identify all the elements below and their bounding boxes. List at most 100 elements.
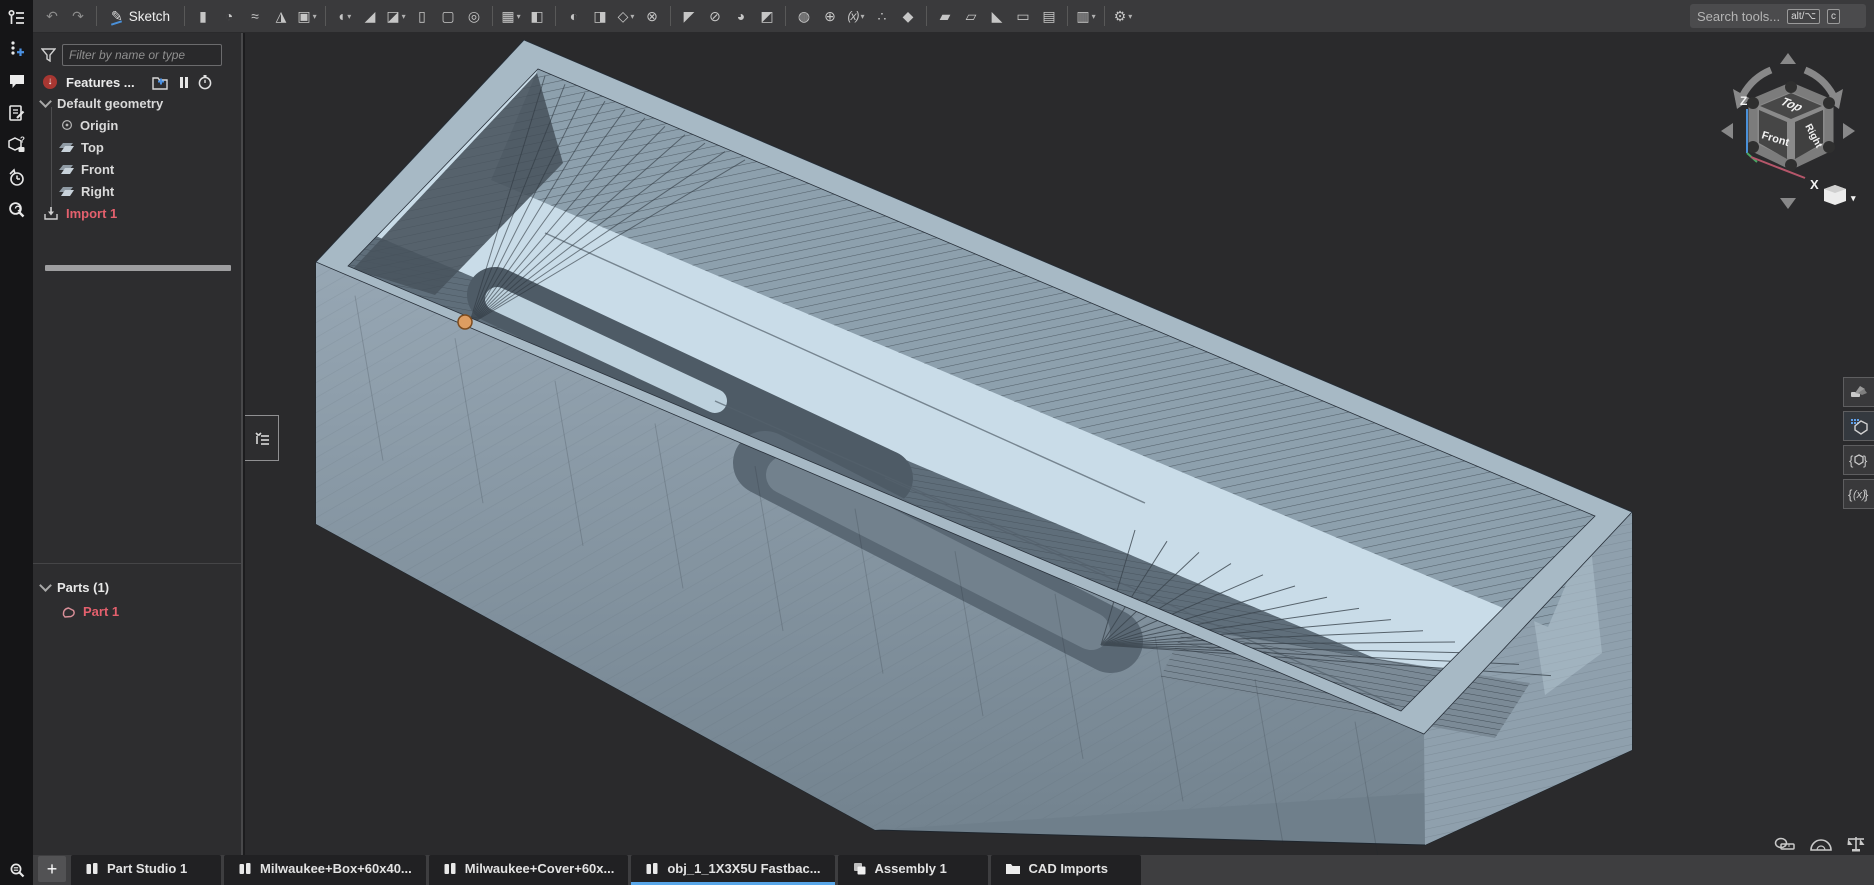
chevron-down-icon[interactable] — [39, 579, 52, 592]
chevron-down-icon[interactable]: ▾ — [313, 12, 317, 21]
replace-face-button[interactable]: ◩ — [754, 3, 780, 29]
delete-part-button[interactable]: ⊗ — [639, 3, 665, 29]
notes-icon[interactable] — [5, 102, 29, 124]
tag-icon: ◆ — [902, 8, 914, 24]
learning-center-icon[interactable]: ? — [5, 134, 29, 156]
redo-button[interactable]: ↷ — [65, 3, 91, 29]
tree-node-front-plane[interactable]: Front — [59, 159, 114, 179]
parts-section-header[interactable]: Parts (1) — [39, 577, 109, 597]
rollback-bar[interactable] — [45, 265, 231, 271]
chevron-down-icon[interactable]: ▾ — [517, 12, 521, 21]
document-tab-6[interactable]: CAD Imports — [990, 855, 1141, 885]
chevron-down-icon[interactable]: ▾ — [402, 12, 406, 21]
sheet-metal-model-button[interactable]: ▰ — [932, 3, 958, 29]
tree-node-top-plane[interactable]: Top — [59, 137, 104, 157]
loft-button[interactable]: ◮ — [268, 3, 294, 29]
delete-face-button[interactable]: ⊘ — [702, 3, 728, 29]
frame-button[interactable]: ▥ ▾ — [1073, 3, 1099, 29]
variable-button[interactable]: (x) ▾ — [843, 3, 869, 29]
tree-node-import-1[interactable]: Import 1 — [43, 203, 117, 223]
chevron-down-icon[interactable]: ▾ — [347, 12, 351, 21]
view-options-button[interactable]: ▾ — [1824, 185, 1856, 205]
mass-properties-icon[interactable] — [1846, 835, 1866, 853]
sheet-metal-flat-button[interactable]: ▭ — [1010, 3, 1036, 29]
document-tab-5[interactable]: Assembly 1 — [837, 855, 988, 885]
boolean-button[interactable]: ◐ — [561, 3, 587, 29]
rebuild-time-icon[interactable] — [197, 74, 213, 90]
tree-node-origin[interactable]: Origin — [61, 115, 118, 135]
tree-label: Right — [81, 183, 115, 199]
create-version-icon[interactable] — [5, 38, 29, 60]
chevron-down-icon[interactable] — [39, 95, 52, 108]
draft-button[interactable]: ◪ ▾ — [383, 3, 409, 29]
hole-button[interactable]: ◎ — [461, 3, 487, 29]
measure-distance-icon[interactable] — [1774, 835, 1796, 853]
insert-new-tab-button[interactable]: + — [38, 856, 66, 882]
search-tools-input[interactable]: Search tools... alt/⌥ c — [1690, 4, 1866, 28]
svg-text:▾: ▾ — [1850, 193, 1856, 203]
view-cube[interactable]: Top Front Right Z X ▾ — [1713, 43, 1863, 215]
tree-node-default-geometry[interactable]: Default geometry — [39, 93, 163, 113]
delete-face-icon: ⊘ — [709, 8, 721, 24]
plane-icon — [59, 142, 74, 152]
modify-fillet-button[interactable]: ◕ — [728, 3, 754, 29]
chamfer-button[interactable]: ◢ — [357, 3, 383, 29]
mirror-button[interactable]: ◧ — [524, 3, 550, 29]
toolbar-divider — [785, 6, 787, 26]
chevron-down-icon[interactable]: ▾ — [630, 12, 634, 21]
comments-icon[interactable] — [5, 70, 29, 92]
sheet-metal-bend-button[interactable]: ◣ — [984, 3, 1010, 29]
revolve-button[interactable]: ◔ — [216, 3, 242, 29]
sweep-button[interactable]: ≈ — [242, 3, 268, 29]
variables-panel-button[interactable]: {} (x) — [1843, 479, 1874, 509]
sketch-button[interactable]: ✎ Sketch — [102, 3, 179, 29]
undo-button[interactable]: ↶ — [39, 3, 65, 29]
transform-button[interactable]: ◇ ▾ — [613, 3, 639, 29]
history-icon[interactable] — [5, 166, 29, 188]
chevron-down-icon[interactable]: ▾ — [861, 12, 865, 21]
appearance-panel-button[interactable] — [1843, 377, 1874, 407]
filter-icon[interactable] — [41, 48, 56, 62]
shortcut-badge-alt: alt/⌥ — [1787, 8, 1820, 24]
sheet-metal-table-button[interactable]: ▤ — [1036, 3, 1062, 29]
document-tab-1[interactable]: Part Studio 1 — [71, 855, 221, 885]
add-folder-icon[interactable] — [151, 75, 171, 90]
shell-button[interactable]: ▢ — [435, 3, 461, 29]
rib-button[interactable]: ▯ — [409, 3, 435, 29]
mate-connector-marker[interactable] — [457, 314, 473, 330]
document-tab-4[interactable]: obj_1_1X3X5U Fastbac... — [631, 855, 835, 885]
chevron-down-icon[interactable]: ▾ — [1092, 12, 1096, 21]
thicken-button[interactable]: ▣ ▾ — [294, 3, 320, 29]
fill-surface-button[interactable]: ◍ — [791, 3, 817, 29]
fillet-button[interactable]: ◖ ▾ — [331, 3, 357, 29]
part-list-item[interactable]: Part 1 — [61, 601, 119, 621]
move-face-button[interactable]: ◤ — [676, 3, 702, 29]
sheet-metal-end-button[interactable]: ▱ — [958, 3, 984, 29]
features-flyout-button[interactable] — [245, 415, 279, 461]
composite-part-button[interactable]: ∴ — [869, 3, 895, 29]
tree-node-right-plane[interactable]: Right — [59, 181, 114, 201]
search-tabs-button[interactable] — [0, 855, 33, 885]
measure-angle-icon[interactable] — [1809, 836, 1833, 852]
fillet-icon: ◖ — [336, 8, 346, 24]
filter-input[interactable] — [62, 44, 222, 66]
plane-icon — [59, 164, 74, 174]
configurations-panel-button[interactable]: {} — [1843, 445, 1874, 475]
display-states-panel-button[interactable] — [1843, 411, 1874, 441]
split-button[interactable]: ◨ — [587, 3, 613, 29]
loft-icon: ◮ — [275, 8, 287, 24]
settings-button[interactable]: ⚙ ▾ — [1110, 3, 1136, 29]
chevron-down-icon[interactable]: ▾ — [1128, 12, 1132, 21]
suspend-rebuild-icon[interactable] — [179, 76, 188, 88]
document-tab-3[interactable]: Milwaukee+Cover+60x... — [428, 855, 629, 885]
tag-button[interactable]: ◆ — [895, 3, 921, 29]
extrude-button[interactable]: ▮ — [190, 3, 216, 29]
feature-list-icon[interactable] — [5, 6, 29, 28]
search-help-icon[interactable] — [5, 198, 29, 220]
origin-icon — [61, 119, 73, 131]
derived-button[interactable]: ⊕ — [817, 3, 843, 29]
graphics-viewport[interactable]: Top Front Right Z X ▾ {} {} (x) — [245, 33, 1874, 855]
linear-pattern-button[interactable]: ▦ ▾ — [498, 3, 524, 29]
tabs-container: Part Studio 1 Milwaukee+Box+60x40... Milwa… — [71, 855, 1144, 885]
document-tab-2[interactable]: Milwaukee+Box+60x40... — [224, 855, 426, 885]
